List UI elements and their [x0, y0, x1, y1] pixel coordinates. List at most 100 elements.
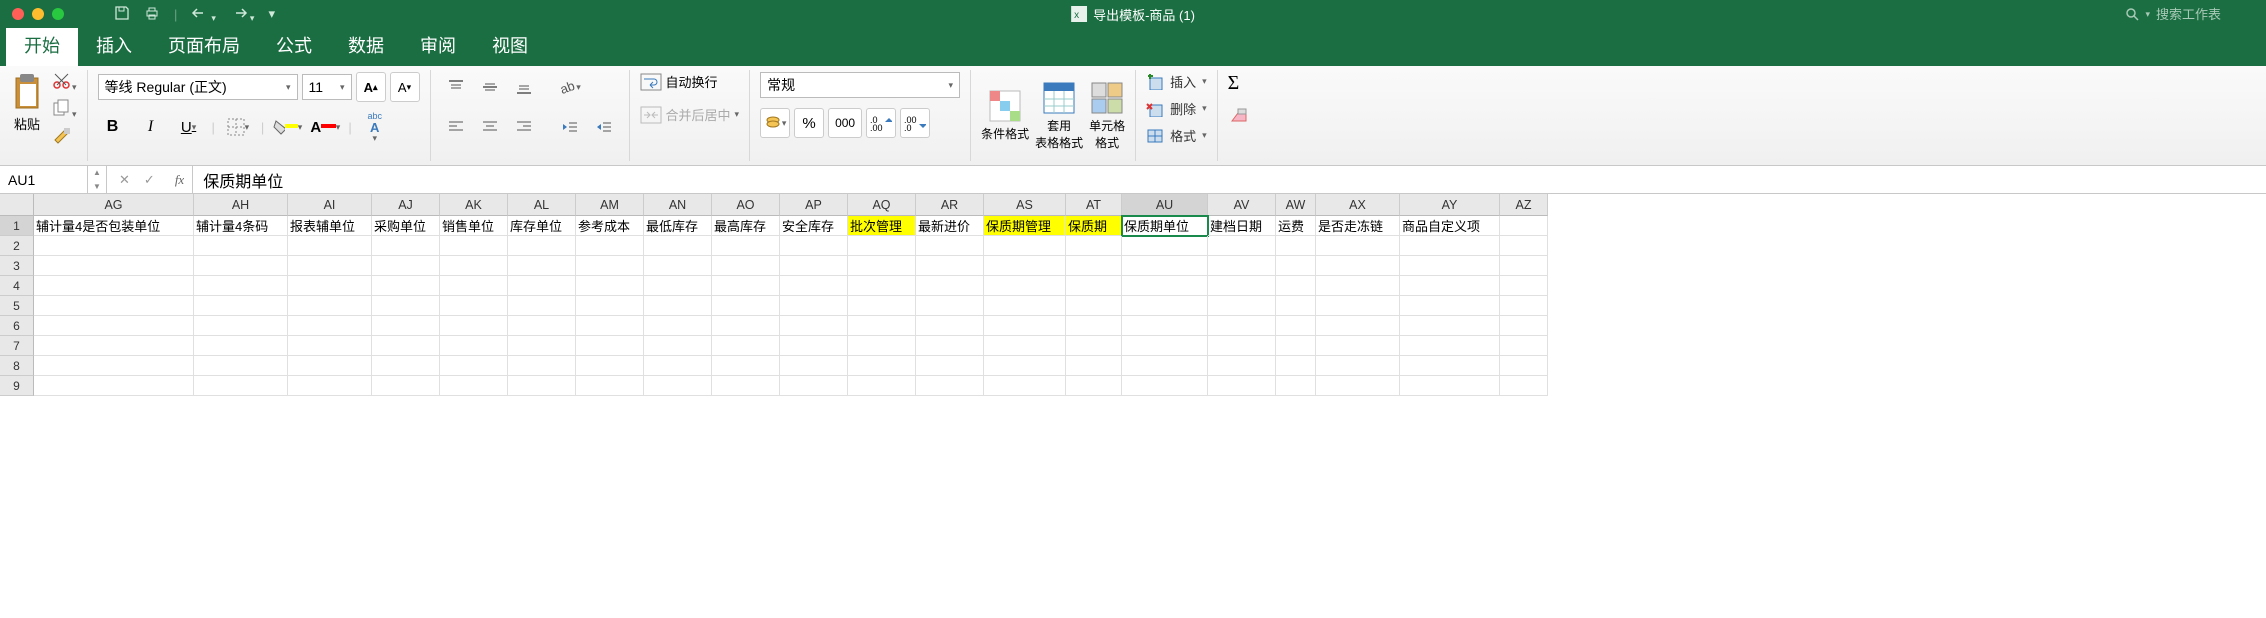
row-header-4[interactable]: 4: [0, 276, 34, 296]
cell-AH3[interactable]: [194, 256, 288, 276]
cell-AV7[interactable]: [1208, 336, 1276, 356]
cell-AI2[interactable]: [288, 236, 372, 256]
cell-AJ4[interactable]: [372, 276, 440, 296]
cell-AU7[interactable]: [1122, 336, 1208, 356]
namebox-spinner[interactable]: ▲▼: [88, 166, 107, 193]
cell-AM5[interactable]: [576, 296, 644, 316]
cell-AU9[interactable]: [1122, 376, 1208, 396]
cell-AS7[interactable]: [984, 336, 1066, 356]
cell-AR4[interactable]: [916, 276, 984, 296]
tab-视图[interactable]: 视图: [474, 24, 546, 66]
cell-AS8[interactable]: [984, 356, 1066, 376]
fx-icon[interactable]: fx: [167, 166, 193, 193]
cell-AT9[interactable]: [1066, 376, 1122, 396]
cell-AX8[interactable]: [1316, 356, 1400, 376]
cell-AR6[interactable]: [916, 316, 984, 336]
decrease-font-icon[interactable]: A▾: [390, 72, 420, 102]
cell-AO8[interactable]: [712, 356, 780, 376]
cell-AP5[interactable]: [780, 296, 848, 316]
borders-button[interactable]: ▾: [223, 112, 253, 142]
cell-AI1[interactable]: 报表辅单位: [288, 216, 372, 236]
cell-AL2[interactable]: [508, 236, 576, 256]
column-header-AT[interactable]: AT: [1066, 194, 1122, 216]
cell-AM1[interactable]: 参考成本: [576, 216, 644, 236]
cell-AZ7[interactable]: [1500, 336, 1548, 356]
bold-button[interactable]: B: [98, 112, 128, 142]
cell-AK3[interactable]: [440, 256, 508, 276]
cell-AY6[interactable]: [1400, 316, 1500, 336]
cell-AT3[interactable]: [1066, 256, 1122, 276]
cell-AU1[interactable]: 保质期单位: [1122, 216, 1208, 236]
align-center-icon[interactable]: [475, 112, 505, 142]
column-header-AI[interactable]: AI: [288, 194, 372, 216]
enter-formula-icon[interactable]: ✓: [144, 172, 155, 188]
cell-AR1[interactable]: 最新进价: [916, 216, 984, 236]
cell-AV8[interactable]: [1208, 356, 1276, 376]
cell-AN3[interactable]: [644, 256, 712, 276]
tab-插入[interactable]: 插入: [78, 24, 150, 66]
cell-AQ5[interactable]: [848, 296, 916, 316]
accounting-format-icon[interactable]: ▾: [760, 108, 790, 138]
cell-AQ7[interactable]: [848, 336, 916, 356]
cell-AY2[interactable]: [1400, 236, 1500, 256]
cell-AK5[interactable]: [440, 296, 508, 316]
cell-AJ6[interactable]: [372, 316, 440, 336]
column-header-AJ[interactable]: AJ: [372, 194, 440, 216]
cell-AP7[interactable]: [780, 336, 848, 356]
search-box[interactable]: ▾: [2125, 7, 2256, 22]
cell-AJ9[interactable]: [372, 376, 440, 396]
cell-AO5[interactable]: [712, 296, 780, 316]
cell-AQ6[interactable]: [848, 316, 916, 336]
cell-AZ9[interactable]: [1500, 376, 1548, 396]
cell-AP4[interactable]: [780, 276, 848, 296]
cell-AH5[interactable]: [194, 296, 288, 316]
cell-AR8[interactable]: [916, 356, 984, 376]
cell-AO4[interactable]: [712, 276, 780, 296]
decrease-indent-icon[interactable]: [555, 112, 585, 142]
cell-AW5[interactable]: [1276, 296, 1316, 316]
decrease-decimal-icon[interactable]: .00.0: [900, 108, 930, 138]
cell-AP1[interactable]: 安全库存: [780, 216, 848, 236]
font-size-combo[interactable]: 11▾: [302, 74, 352, 100]
cell-AS4[interactable]: [984, 276, 1066, 296]
cell-AU6[interactable]: [1122, 316, 1208, 336]
column-header-AL[interactable]: AL: [508, 194, 576, 216]
cell-AN9[interactable]: [644, 376, 712, 396]
undo-icon[interactable]: ▾: [191, 5, 216, 24]
tab-公式[interactable]: 公式: [258, 24, 330, 66]
cell-AX4[interactable]: [1316, 276, 1400, 296]
cell-AY1[interactable]: 商品自定义项: [1400, 216, 1500, 236]
format-cells-button[interactable]: 格式▾: [1146, 126, 1207, 145]
cell-AI4[interactable]: [288, 276, 372, 296]
cell-AN5[interactable]: [644, 296, 712, 316]
cell-AX5[interactable]: [1316, 296, 1400, 316]
row-header-3[interactable]: 3: [0, 256, 34, 276]
cell-AH9[interactable]: [194, 376, 288, 396]
cell-AG4[interactable]: [34, 276, 194, 296]
cell-AR9[interactable]: [916, 376, 984, 396]
cell-AO3[interactable]: [712, 256, 780, 276]
cell-AP2[interactable]: [780, 236, 848, 256]
cell-AN1[interactable]: 最低库存: [644, 216, 712, 236]
cell-AG5[interactable]: [34, 296, 194, 316]
tab-开始[interactable]: 开始: [6, 24, 78, 66]
column-header-AH[interactable]: AH: [194, 194, 288, 216]
cut-icon[interactable]: ▾: [52, 72, 77, 93]
orientation-icon[interactable]: ab▾: [555, 72, 585, 102]
cell-AG1[interactable]: 辅计量4是否包装单位: [34, 216, 194, 236]
row-header-8[interactable]: 8: [0, 356, 34, 376]
delete-cells-button[interactable]: 删除▾: [1146, 99, 1207, 118]
cell-AQ3[interactable]: [848, 256, 916, 276]
cell-AW6[interactable]: [1276, 316, 1316, 336]
cell-AH2[interactable]: [194, 236, 288, 256]
cell-AT1[interactable]: 保质期: [1066, 216, 1122, 236]
cell-AN7[interactable]: [644, 336, 712, 356]
cell-AG6[interactable]: [34, 316, 194, 336]
cell-AL5[interactable]: [508, 296, 576, 316]
align-bottom-icon[interactable]: [509, 72, 539, 102]
cell-AL9[interactable]: [508, 376, 576, 396]
cell-AK2[interactable]: [440, 236, 508, 256]
qat-customize-icon[interactable]: ▾: [268, 6, 275, 22]
cell-AY5[interactable]: [1400, 296, 1500, 316]
column-header-AO[interactable]: AO: [712, 194, 780, 216]
